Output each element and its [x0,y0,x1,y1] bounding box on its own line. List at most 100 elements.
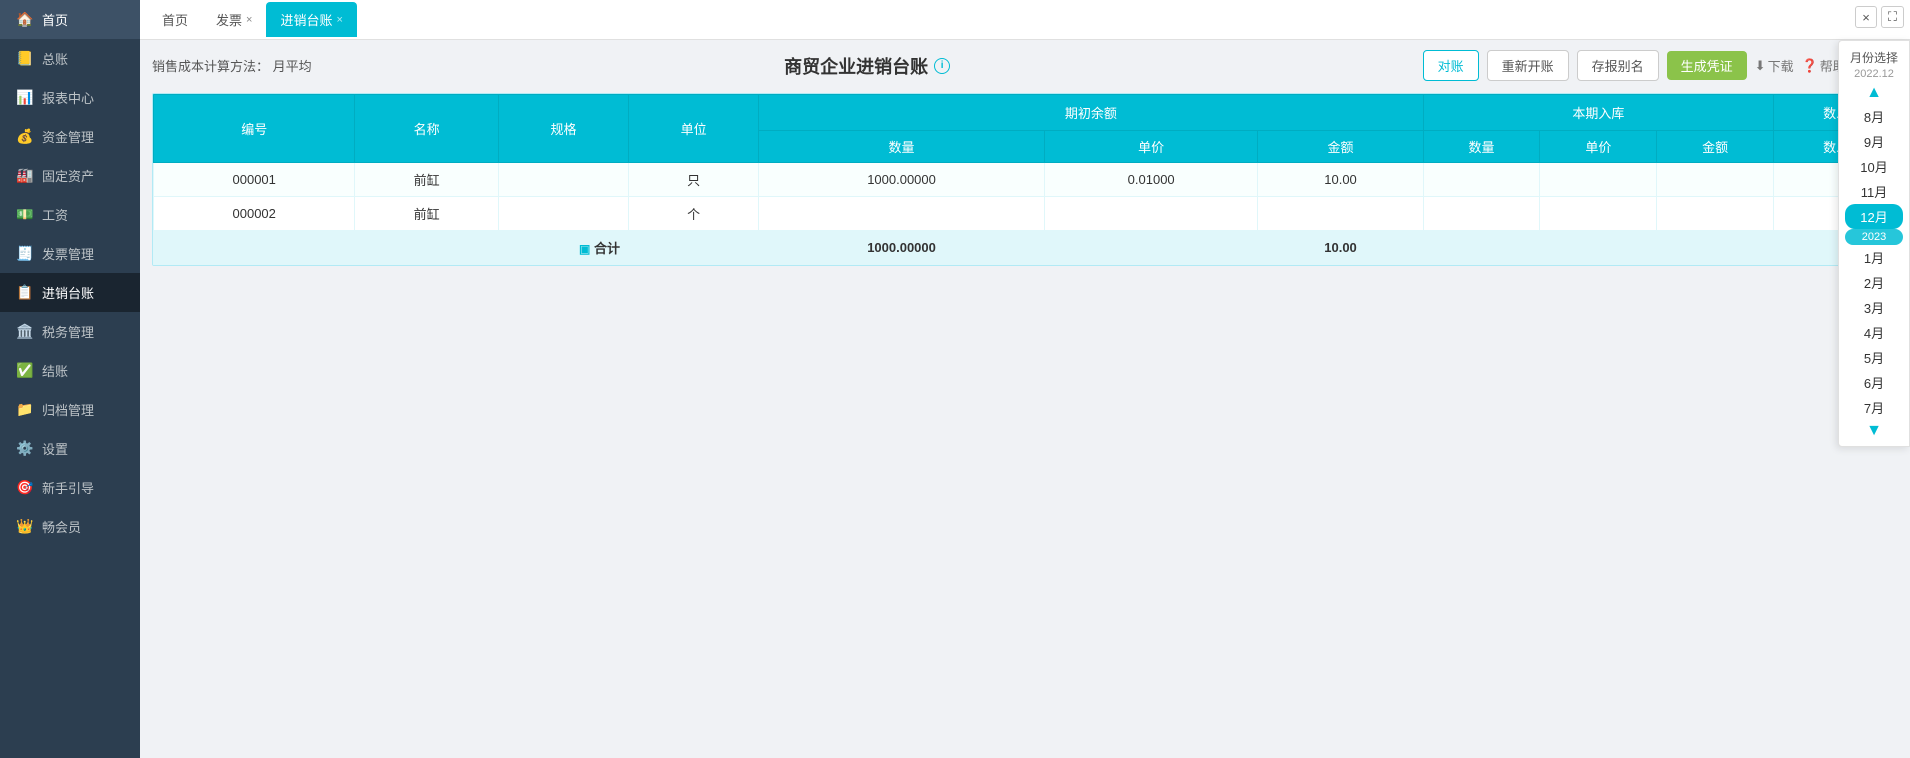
cell-open-qty [759,197,1045,231]
month-nav-down[interactable]: ▼ [1864,420,1884,442]
action-buttons: 对账 重新开账 存报别名 生成凭证 ⬇ 下载 ❓ 帮助 🔄 刷新 [1423,50,1898,81]
close-window-button[interactable]: × [1855,6,1877,28]
page-content: 销售成本计算方法： 月平均 商贸企业进销台账 i 对账 重新开账 存报别名 生成… [140,40,1910,758]
total-in-qty [1423,231,1540,265]
member-icon: 👑 [16,518,34,535]
main-table: 编号 名称 规格 单位 期初余额 本期入库 数... 数量 单价 金额 数量 单… [152,93,1898,266]
cell-code: 000002 [154,197,355,231]
tax-icon: 🏛️ [16,323,34,340]
cell-name: 前缸 [355,197,498,231]
col-spec: 规格 [498,95,628,163]
year-badge-2023: 2023 [1845,229,1903,245]
cell-in-qty [1423,163,1540,197]
save-alias-button[interactable]: 存报别名 [1577,50,1659,81]
month-item-5[interactable]: 5月 [1839,345,1909,370]
month-item-11[interactable]: 11月 [1839,179,1909,204]
help-icon: ❓ [1802,58,1818,74]
table-row: 000001 前缸 只 1000.00000 0.01000 10.00 [154,163,1897,197]
total-in-price [1540,231,1657,265]
col-open-price: 单价 [1044,131,1257,163]
cell-open-amt [1258,197,1423,231]
table-row: 000002 前缸 个 [154,197,1897,231]
tab-home[interactable]: 首页 [148,2,202,37]
sidebar-item-funds[interactable]: 💰 资金管理 [0,117,140,156]
sidebar-item-invoice-mgmt[interactable]: 🧾 发票管理 [0,234,140,273]
sidebar-item-settings[interactable]: ⚙️ 设置 [0,429,140,468]
generate-voucher-button[interactable]: 生成凭证 [1667,51,1747,80]
expand-window-button[interactable]: ⛶ [1881,6,1904,28]
sidebar-item-tax[interactable]: 🏛️ 税务管理 [0,312,140,351]
cell-open-price [1044,197,1257,231]
month-item-2[interactable]: 2月 [1839,270,1909,295]
month-item-7[interactable]: 7月 [1839,395,1909,420]
salary-icon: 💵 [16,206,34,223]
cell-open-amt: 10.00 [1258,163,1423,197]
sidebar-item-guide[interactable]: 🎯 新手引导 [0,468,140,507]
sidebar-item-assets[interactable]: 🏭 固定资产 [0,156,140,195]
total-label-cell: ▣ 合计 [154,231,629,265]
archive-icon: 📁 [16,401,34,418]
funds-icon: 💰 [16,128,34,145]
sidebar-item-reports[interactable]: 📊 报表中心 [0,78,140,117]
month-item-4[interactable]: 4月 [1839,320,1909,345]
cell-open-price: 0.01000 [1044,163,1257,197]
col-period-opening: 期初余额 [759,95,1424,131]
total-in-amt [1657,231,1774,265]
month-item-3[interactable]: 3月 [1839,295,1909,320]
total-open-amt: 10.00 [1258,231,1423,265]
total-icon: ▣ [579,242,590,256]
sidebar-item-home[interactable]: 🏠 首页 [0,0,140,39]
window-controls: × ⛶ [1849,0,1910,34]
col-in-qty: 数量 [1423,131,1540,163]
sidebar-item-member[interactable]: 👑 畅会员 [0,507,140,546]
tab-invoice-close[interactable]: × [246,14,252,26]
tab-purchase-sale-close[interactable]: × [336,14,342,26]
page-topbar: 销售成本计算方法： 月平均 商贸企业进销台账 i 对账 重新开账 存报别名 生成… [152,50,1898,81]
cell-spec [498,197,628,231]
month-panel-title: 月份选择 [1846,45,1902,68]
cell-in-amt [1657,197,1774,231]
month-item-6[interactable]: 6月 [1839,370,1909,395]
cell-in-qty [1423,197,1540,231]
month-nav-up[interactable]: ▲ [1864,82,1884,104]
cell-code: 000001 [154,163,355,197]
duizhang-button[interactable]: 对账 [1423,50,1479,81]
cell-open-qty: 1000.00000 [759,163,1045,197]
settings-icon: ⚙️ [16,440,34,457]
month-item-1[interactable]: 1月 [1839,245,1909,270]
cell-unit: 个 [629,197,759,231]
cell-in-price [1540,197,1657,231]
sidebar-item-archive[interactable]: 📁 归档管理 [0,390,140,429]
sidebar-item-closing[interactable]: ✅ 结账 [0,351,140,390]
month-item-12[interactable]: 12月 [1845,204,1903,229]
col-in-price: 单价 [1540,131,1657,163]
cell-in-amt [1657,163,1774,197]
sidebar-item-ledger[interactable]: 📒 总账 [0,39,140,78]
col-in-amt: 金额 [1657,131,1774,163]
month-item-10[interactable]: 10月 [1839,154,1909,179]
table-total-row: ▣ 合计 1000.00000 10.00 [154,231,1897,265]
total-unit-cell [629,231,759,265]
col-unit: 单位 [629,95,759,163]
home-icon: 🏠 [16,11,34,28]
month-panel: 月份选择 2022.12 ▲ 8月 9月 10月 11月 12月 2023 1月… [1838,40,1910,447]
title-info-icon[interactable]: i [934,58,950,74]
tab-purchase-sale[interactable]: 进销台账 × [266,2,356,37]
cell-in-price [1540,163,1657,197]
col-current-in: 本期入库 [1423,95,1773,131]
month-panel-year-2022: 2022.12 [1854,68,1894,82]
col-open-amt: 金额 [1258,131,1423,163]
month-item-8[interactable]: 8月 [1839,104,1909,129]
assets-icon: 🏭 [16,167,34,184]
sidebar-item-salary[interactable]: 💵 工资 [0,195,140,234]
tab-invoice[interactable]: 发票 × [202,2,266,37]
guide-icon: 🎯 [16,479,34,496]
month-item-9[interactable]: 9月 [1839,129,1909,154]
ledger-icon: 📒 [16,50,34,67]
download-button[interactable]: ⬇ 下载 [1755,56,1794,75]
cost-method: 销售成本计算方法： 月平均 [152,56,312,75]
sidebar-item-purchase-sale[interactable]: 📋 进销台账 [0,273,140,312]
reopen-button[interactable]: 重新开账 [1487,50,1569,81]
invoice-mgmt-icon: 🧾 [16,245,34,262]
page-title: 商贸企业进销台账 i [784,53,950,79]
